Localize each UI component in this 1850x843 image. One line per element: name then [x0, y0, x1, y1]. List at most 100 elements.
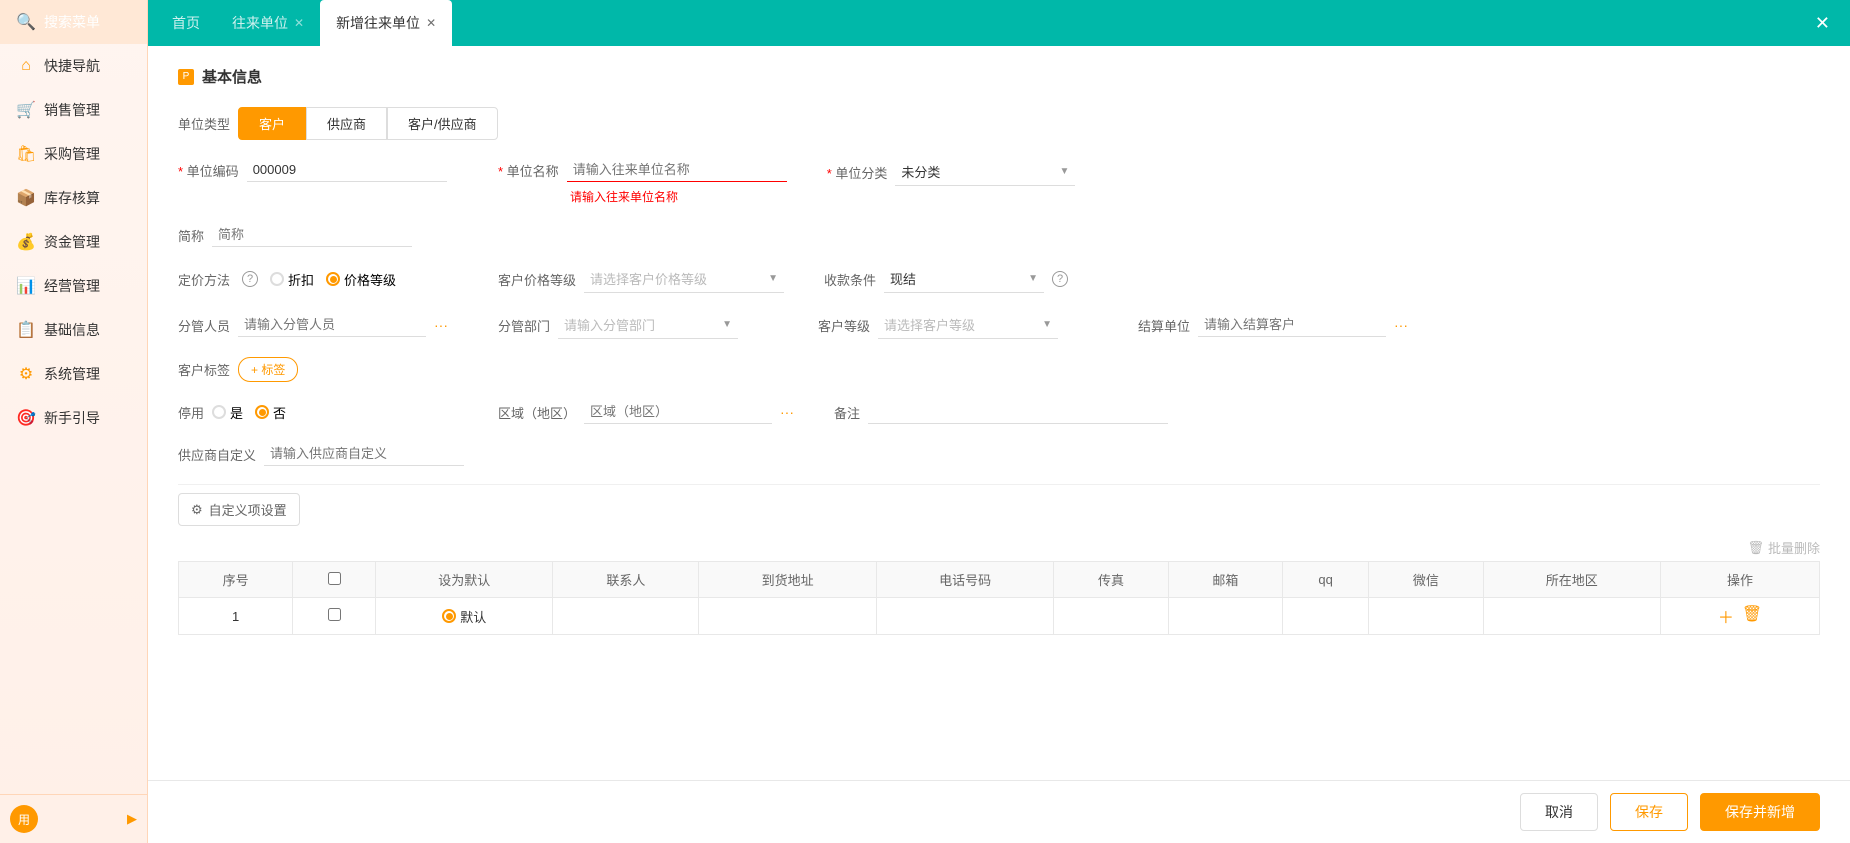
unit-category-select[interactable]: 未分类 ▼: [895, 158, 1075, 186]
sidebar-item-sales[interactable]: 🛒 销售管理: [0, 88, 147, 132]
customer-level-select[interactable]: 请选择客户等级 ▼: [878, 311, 1058, 339]
row-delete-button[interactable]: 🗑: [1742, 604, 1762, 628]
cancel-button[interactable]: 取消: [1520, 793, 1598, 831]
custom-settings-button[interactable]: ⚙ 自定义项设置: [178, 493, 300, 526]
sidebar-item-guide[interactable]: 🎯 新手引导: [0, 396, 147, 440]
department-label: 分管部门: [498, 316, 550, 335]
row-default: 默认: [375, 598, 553, 635]
tab-new-partner[interactable]: 新增往来单位 ✕: [320, 0, 452, 46]
tab-new-partner-close[interactable]: ✕: [426, 16, 436, 30]
sidebar-item-system[interactable]: ⚙ 系统管理: [0, 352, 147, 396]
customer-price-level-label: 客户价格等级: [498, 270, 576, 289]
tab-home-label: 首页: [172, 13, 200, 33]
col-qq: qq: [1283, 562, 1369, 598]
unit-code-input[interactable]: [247, 158, 447, 182]
sidebar-item-search[interactable]: 🔍 搜索菜单: [0, 0, 147, 44]
pricing-discount-radio[interactable]: 折扣: [270, 270, 314, 289]
manager-input[interactable]: [238, 313, 426, 337]
tab-bar: 首页 往来单位 ✕ 新增往来单位 ✕ ✕: [148, 0, 1850, 46]
tab-bar-close[interactable]: ✕: [1803, 13, 1842, 34]
manager-more-btn[interactable]: ···: [434, 317, 448, 333]
col-action: 操作: [1661, 562, 1820, 598]
remark-input[interactable]: [868, 400, 1168, 424]
sidebar-item-inventory[interactable]: 📦 库存核算: [0, 176, 147, 220]
row-address: [699, 598, 877, 635]
row-seq: 1: [179, 598, 293, 635]
supplier-custom-input[interactable]: [264, 442, 464, 466]
row-default-radio[interactable]: 默认: [386, 607, 543, 626]
system-icon: ⚙: [16, 364, 36, 384]
contact-table: 序号 设为默认 联系人 到货地址 电话号码 传真 邮箱 qq 微信 所在地区 操…: [178, 561, 1820, 635]
customer-price-level-select[interactable]: 请选择客户价格等级 ▼: [584, 265, 784, 293]
form-row-supplier-custom: 供应商自定义: [178, 442, 1820, 466]
row-add-button[interactable]: ＋: [1718, 604, 1734, 628]
form-row-disabled: 停用 是 否 区域（地区） ··· 备注: [178, 400, 1820, 424]
form-row-basic: 单位编码 单位名称 请输入往来单位名称 单位分类 未分类 ▼: [178, 158, 1820, 205]
select-all-checkbox[interactable]: [328, 572, 341, 585]
save-new-button[interactable]: 保存并新增: [1700, 793, 1820, 831]
col-check: [293, 562, 376, 598]
col-contact: 联系人: [553, 562, 699, 598]
col-email: 邮箱: [1168, 562, 1282, 598]
area-input[interactable]: [584, 400, 772, 424]
divider: [178, 484, 1820, 485]
sidebar-item-operation[interactable]: 📊 经营管理: [0, 264, 147, 308]
unit-type-supplier[interactable]: 供应商: [306, 107, 387, 140]
sidebar-bottom: 用 ▶: [0, 794, 147, 843]
save-button[interactable]: 保存: [1610, 793, 1688, 831]
sidebar-expand-icon[interactable]: ▶: [127, 811, 137, 827]
payment-terms-value: 现结: [890, 269, 1024, 288]
pricing-level-radio[interactable]: 价格等级: [326, 270, 396, 289]
settlement-unit-input[interactable]: [1198, 313, 1386, 337]
form-row-pricing: 定价方法 ? 折扣 价格等级 客户价格等级 请选择客户价格等级: [178, 265, 1820, 293]
settings-gear-icon: ⚙: [191, 502, 203, 518]
pricing-discount-label: 折扣: [288, 270, 314, 289]
tab-partner-list[interactable]: 往来单位 ✕: [216, 0, 320, 46]
tab-partner-list-close[interactable]: ✕: [294, 16, 304, 30]
short-name-input[interactable]: [212, 223, 412, 247]
form-row-unit-type: 单位类型 客户 供应商 客户/供应商: [178, 107, 1820, 140]
form-group-payment-terms: 收款条件 现结 ▼ ?: [824, 265, 1104, 293]
unit-type-label: 单位类型: [178, 114, 230, 133]
batch-delete-label[interactable]: 批量删除: [1768, 538, 1820, 557]
row-qq: [1283, 598, 1369, 635]
section-header: P 基本信息: [178, 66, 1820, 87]
disabled-label: 停用: [178, 403, 204, 422]
pricing-help-icon[interactable]: ?: [242, 271, 258, 287]
form-group-shortname: 简称: [178, 223, 458, 247]
sidebar-item-label: 经营管理: [44, 276, 100, 296]
sidebar-item-basic[interactable]: 📋 基础信息: [0, 308, 147, 352]
table-header-row: 序号 设为默认 联系人 到货地址 电话号码 传真 邮箱 qq 微信 所在地区 操…: [179, 562, 1820, 598]
form-group-category: 单位分类 未分类 ▼: [827, 158, 1107, 186]
sidebar-item-purchase[interactable]: 🛍 采购管理: [0, 132, 147, 176]
payment-help-icon[interactable]: ?: [1052, 271, 1068, 287]
disabled-radio-group: 是 否: [212, 403, 286, 422]
form-group-department: 分管部门 请输入分管部门 ▼: [498, 311, 778, 339]
tab-home[interactable]: 首页: [156, 0, 216, 46]
pricing-level-label: 价格等级: [344, 270, 396, 289]
unit-category-chevron: ▼: [1059, 166, 1069, 177]
payment-terms-select[interactable]: 现结 ▼: [884, 265, 1044, 293]
sidebar-item-quick-nav[interactable]: ⌂ 快捷导航: [0, 44, 147, 88]
section-icon: P: [178, 69, 194, 85]
row-checkbox[interactable]: [328, 608, 341, 621]
customer-level-chevron: ▼: [1042, 319, 1052, 330]
sidebar-item-finance[interactable]: 💰 资金管理: [0, 220, 147, 264]
unit-type-both[interactable]: 客户/供应商: [387, 107, 498, 140]
form-row-tags: 客户标签 + 标签: [178, 357, 1820, 382]
area-more-btn[interactable]: ···: [780, 404, 794, 420]
footer-bar: 取消 保存 保存并新增: [148, 780, 1850, 843]
department-select[interactable]: 请输入分管部门 ▼: [558, 311, 738, 339]
disabled-no-radio[interactable]: 否: [255, 403, 286, 422]
col-fax: 传真: [1054, 562, 1168, 598]
unit-name-label: 单位名称: [498, 161, 559, 180]
table-body: 1 默认: [179, 598, 1820, 635]
disabled-yes-radio[interactable]: 是: [212, 403, 243, 422]
purchase-icon: 🛍: [16, 144, 36, 164]
sidebar: 🔍 搜索菜单 ⌂ 快捷导航 🛒 销售管理 🛍 采购管理 📦 库存核算 💰 资金管…: [0, 0, 148, 843]
unit-type-customer[interactable]: 客户: [238, 107, 306, 140]
unit-name-input[interactable]: [567, 158, 787, 182]
settlement-more-btn[interactable]: ···: [1394, 317, 1408, 333]
tag-add-button[interactable]: + 标签: [238, 357, 298, 382]
row-region: [1483, 598, 1661, 635]
